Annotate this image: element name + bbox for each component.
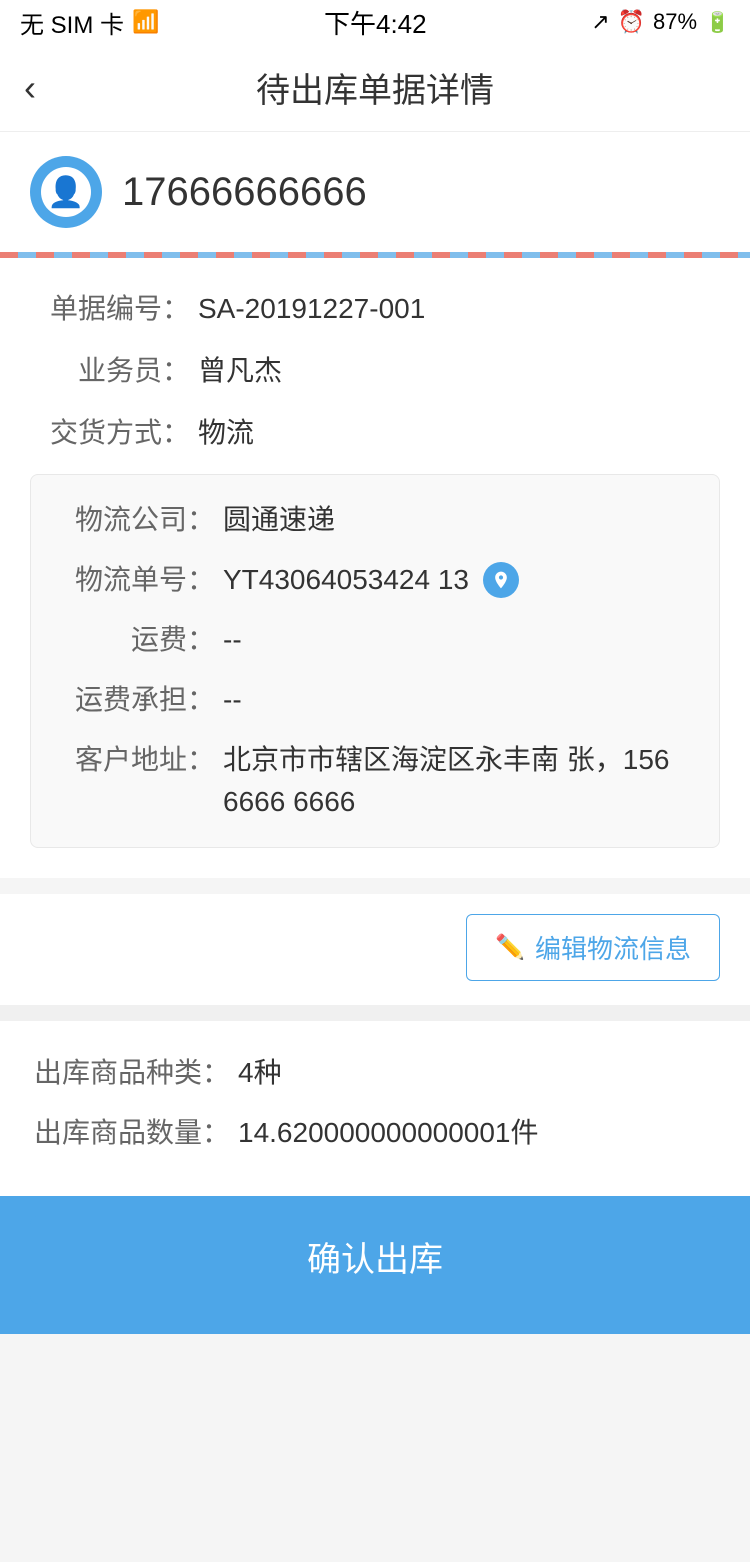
- wifi-icon: 📶: [132, 9, 159, 35]
- logistics-company-row: 物流公司： 圆通速递: [55, 499, 695, 541]
- product-quantity-row: 出库商品数量： 14.620000000000001件: [30, 1111, 720, 1151]
- edit-logistics-button[interactable]: ✏️ 编辑物流信息: [466, 914, 720, 981]
- logistics-freight-label: 运费：: [55, 619, 215, 661]
- product-quantity-label: 出库商品数量：: [30, 1111, 230, 1151]
- edit-button-row: ✏️ 编辑物流信息: [0, 894, 750, 1005]
- customer-header: 👤 17666666666: [0, 132, 750, 252]
- logistics-company-value: 圆通速递: [215, 499, 695, 541]
- confirm-button[interactable]: 确认出库: [30, 1216, 720, 1304]
- status-left: 无 SIM 卡 📶: [20, 5, 159, 40]
- logistics-address-label: 客户地址：: [55, 739, 215, 781]
- carrier-label: 无 SIM 卡: [20, 5, 124, 40]
- avatar-person-icon: 👤: [47, 175, 84, 210]
- edit-logistics-label: 编辑物流信息: [535, 929, 691, 966]
- logistics-tracking-value: YT43064053424 13: [215, 559, 695, 601]
- logistics-tracking-label: 物流单号：: [55, 559, 215, 601]
- delivery-method-label: 交货方式：: [30, 412, 190, 454]
- order-number-value: SA-20191227-001: [190, 288, 720, 330]
- avatar-inner: 👤: [41, 167, 91, 217]
- status-bar: 无 SIM 卡 📶 下午4:42 ↗ ⏰ 87% 🔋: [0, 0, 750, 44]
- alarm-icon: ⏰: [618, 9, 645, 35]
- order-number-row: 单据编号： SA-20191227-001: [30, 288, 720, 330]
- delivery-method-row: 交货方式： 物流: [30, 412, 720, 454]
- order-number-label: 单据编号：: [30, 288, 190, 330]
- logistics-card: 物流公司： 圆通速递 物流单号： YT43064053424 13 运费： --: [30, 474, 720, 848]
- logistics-company-label: 物流公司：: [55, 499, 215, 541]
- product-quantity-value: 14.620000000000001件: [230, 1111, 539, 1151]
- logistics-freight-bearer-label: 运费承担：: [55, 679, 215, 721]
- battery-label: 87%: [653, 9, 697, 35]
- delivery-method-value: 物流: [190, 412, 720, 454]
- sales-person-row: 业务员： 曾凡杰: [30, 350, 720, 392]
- logistics-freight-bearer-value: --: [215, 679, 695, 721]
- page-title: 待出库单据详情: [256, 63, 494, 112]
- product-types-label: 出库商品种类：: [30, 1051, 230, 1091]
- track-location-icon[interactable]: [483, 562, 519, 598]
- status-right: ↗ ⏰ 87% 🔋: [591, 9, 730, 35]
- edit-icon: ✏️: [495, 933, 525, 962]
- dashed-divider: [0, 252, 750, 258]
- order-info-section: 单据编号： SA-20191227-001 业务员： 曾凡杰 交货方式： 物流 …: [0, 258, 750, 878]
- customer-phone: 17666666666: [122, 170, 367, 215]
- location-status-icon: ↗: [591, 9, 609, 35]
- logistics-freight-bearer-row: 运费承担： --: [55, 679, 695, 721]
- battery-icon: 🔋: [705, 10, 730, 35]
- logistics-tracking-row: 物流单号： YT43064053424 13: [55, 559, 695, 601]
- logistics-freight-value: --: [215, 619, 695, 661]
- logistics-address-row: 客户地址： 北京市市辖区海淀区永丰南 张，156 6666 6666: [55, 739, 695, 823]
- avatar: 👤: [30, 156, 102, 228]
- nav-bar: ‹ 待出库单据详情: [0, 44, 750, 132]
- products-section: 出库商品种类： 4种 出库商品数量： 14.620000000000001件: [0, 1021, 750, 1181]
- sales-person-value: 曾凡杰: [190, 350, 720, 392]
- product-types-row: 出库商品种类： 4种: [30, 1051, 720, 1091]
- logistics-address-value: 北京市市辖区海淀区永丰南 张，156 6666 6666: [215, 739, 695, 823]
- back-button[interactable]: ‹: [24, 67, 36, 109]
- sales-person-label: 业务员：: [30, 350, 190, 392]
- confirm-button-container: 确认出库: [0, 1196, 750, 1334]
- logistics-freight-row: 运费： --: [55, 619, 695, 661]
- time-label: 下午4:42: [324, 4, 427, 41]
- section-divider: [0, 1005, 750, 1021]
- product-types-value: 4种: [230, 1051, 282, 1091]
